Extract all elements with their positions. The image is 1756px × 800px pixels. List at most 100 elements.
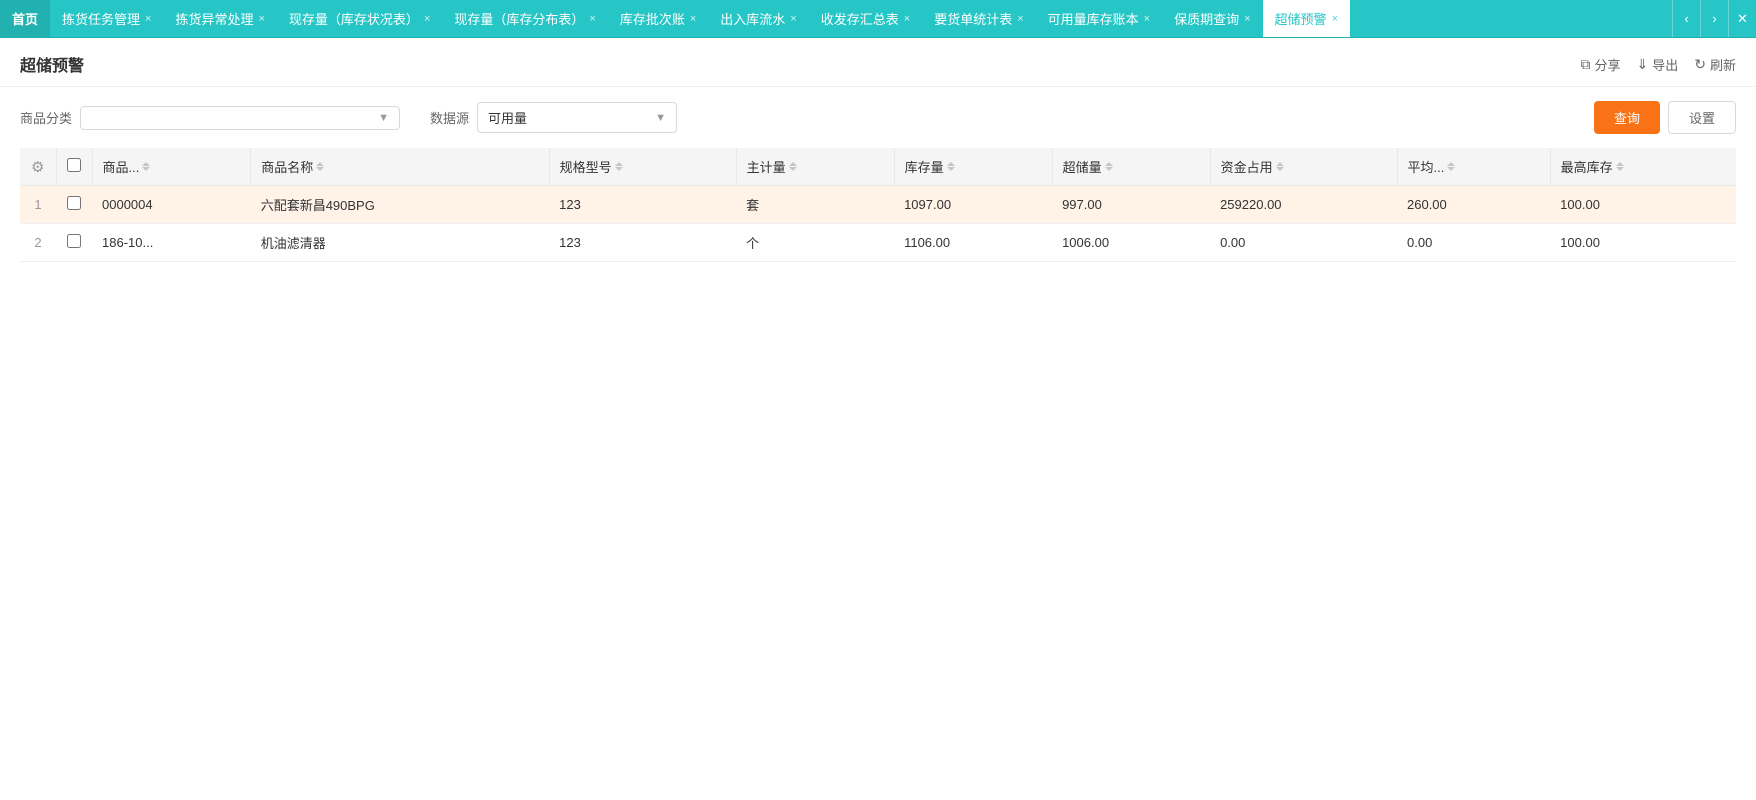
refresh-icon: ↻ [1694,56,1706,73]
close-tab-5[interactable]: × [690,13,696,25]
sort-maxstock-icon [1616,162,1624,171]
row-capital: 259220.00 [1210,186,1397,224]
select-all-checkbox[interactable] [67,158,81,172]
category-filter: 商品分类 ▼ [20,106,400,130]
close-tab-3[interactable]: × [424,13,430,25]
sort-name-icon [316,162,324,171]
close-tab-11[interactable]: × [1332,13,1338,25]
table-header-row: ⚙ 商品... [20,148,1736,186]
th-avg[interactable]: 平均... [1397,148,1550,186]
tab-7[interactable]: 收发存汇总表 × [809,0,922,38]
sort-avg-icon [1447,162,1455,171]
close-tab-7[interactable]: × [904,13,910,25]
tab-9[interactable]: 可用量库存账本 × [1036,0,1162,38]
th-gear: ⚙ [20,148,56,186]
row-name: 六配套新昌490BPG [251,186,549,224]
th-sku[interactable]: 商品... [92,148,251,186]
settings-button[interactable]: 设置 [1668,101,1736,134]
th-unit[interactable]: 主计量 [736,148,894,186]
close-tab-4[interactable]: × [589,13,595,25]
datasource-label: 数据源 [430,108,469,127]
filter-buttons: 查询 设置 [1594,101,1736,134]
datasource-select[interactable]: 可用量 ▼ [477,102,677,133]
row-avg: 0.00 [1397,224,1550,262]
row-avg: 260.00 [1397,186,1550,224]
row-overstock: 1006.00 [1052,224,1210,262]
row-number: 2 [20,224,56,262]
datasource-chevron-icon: ▼ [655,112,666,124]
main-content: 超储预警 ⧉ 分享 ⇓ 导出 ↻ 刷新 商品分类 ▼ 数据源 [0,38,1756,800]
sort-capital-icon [1276,162,1284,171]
row-name: 机油滤清器 [251,224,549,262]
row-unit: 个 [736,224,894,262]
th-checkbox [56,148,92,186]
tab-2[interactable]: 拣货异常处理 × [163,0,276,38]
sort-spec-icon [615,162,623,171]
filter-area: 商品分类 ▼ 数据源 可用量 ▼ 查询 设置 [0,87,1756,148]
page-title: 超储预警 [20,52,84,76]
close-tab-1[interactable]: × [145,13,151,25]
row-maxstock: 100.00 [1550,224,1736,262]
data-table: ⚙ 商品... [20,148,1736,262]
row-spec: 123 [549,224,736,262]
tab-5[interactable]: 库存批次账 × [608,0,708,38]
row-unit: 套 [736,186,894,224]
close-tab-8[interactable]: × [1017,13,1023,25]
row-spec: 123 [549,186,736,224]
export-icon: ⇓ [1637,56,1649,73]
row-overstock: 997.00 [1052,186,1210,224]
tab-3[interactable]: 现存量（库存状况表） × [277,0,442,38]
close-tab-6[interactable]: × [790,13,796,25]
datasource-select-value: 可用量 [488,108,527,127]
row-maxstock: 100.00 [1550,186,1736,224]
sort-unit-icon [789,162,797,171]
gear-icon[interactable]: ⚙ [31,159,44,176]
page-header: 超储预警 ⧉ 分享 ⇓ 导出 ↻ 刷新 [0,38,1756,87]
table-row: 1 0000004 六配套新昌490BPG 123 套 1097.00 997.… [20,186,1736,224]
nav-arrow-close[interactable]: ✕ [1728,0,1756,38]
category-chevron-icon: ▼ [378,112,389,124]
close-tab-2[interactable]: × [258,13,264,25]
th-name[interactable]: 商品名称 [251,148,549,186]
tab-11[interactable]: 超储预警 × [1263,0,1350,38]
category-select[interactable]: ▼ [80,106,400,130]
table-row: 2 186-10... 机油滤清器 123 个 1106.00 1006.00 … [20,224,1736,262]
th-maxstock[interactable]: 最高库存 [1550,148,1736,186]
sort-stock-icon [947,162,955,171]
nav-bar: 首页 拣货任务管理 × 拣货异常处理 × 现存量（库存状况表） × 现存量（库存… [0,0,1756,38]
datasource-filter: 数据源 可用量 ▼ [430,102,677,133]
nav-home[interactable]: 首页 [0,0,50,38]
th-stock[interactable]: 库存量 [894,148,1052,186]
tab-10[interactable]: 保质期查询 × [1162,0,1262,38]
export-button[interactable]: ⇓ 导出 [1637,55,1679,74]
row-number: 1 [20,186,56,224]
close-tab-9[interactable]: × [1144,13,1150,25]
th-capital[interactable]: 资金占用 [1210,148,1397,186]
row-sku: 186-10... [92,224,251,262]
row-checkbox[interactable] [67,234,81,248]
tab-1[interactable]: 拣货任务管理 × [50,0,163,38]
row-stock: 1097.00 [894,186,1052,224]
refresh-button[interactable]: ↻ 刷新 [1694,55,1736,74]
share-button[interactable]: ⧉ 分享 [1580,55,1620,74]
close-tab-10[interactable]: × [1244,13,1250,25]
header-actions: ⧉ 分享 ⇓ 导出 ↻ 刷新 [1580,55,1736,74]
table-container: ⚙ 商品... [0,148,1756,262]
th-overstock[interactable]: 超储量 [1052,148,1210,186]
tab-4[interactable]: 现存量（库存分布表） × [442,0,607,38]
nav-arrow-left[interactable]: ‹ [1672,0,1700,38]
category-label: 商品分类 [20,108,72,127]
row-checkbox[interactable] [67,196,81,210]
row-stock: 1106.00 [894,224,1052,262]
row-checkbox-cell [56,186,92,224]
sort-overstock-icon [1105,162,1113,171]
table-body: 1 0000004 六配套新昌490BPG 123 套 1097.00 997.… [20,186,1736,262]
tab-6[interactable]: 出入库流水 × [708,0,808,38]
tab-8[interactable]: 要货单统计表 × [922,0,1035,38]
row-capital: 0.00 [1210,224,1397,262]
nav-arrow-right[interactable]: › [1700,0,1728,38]
share-icon: ⧉ [1580,56,1590,73]
query-button[interactable]: 查询 [1594,101,1660,134]
th-spec[interactable]: 规格型号 [549,148,736,186]
nav-arrows: ‹ › ✕ [1672,0,1756,38]
